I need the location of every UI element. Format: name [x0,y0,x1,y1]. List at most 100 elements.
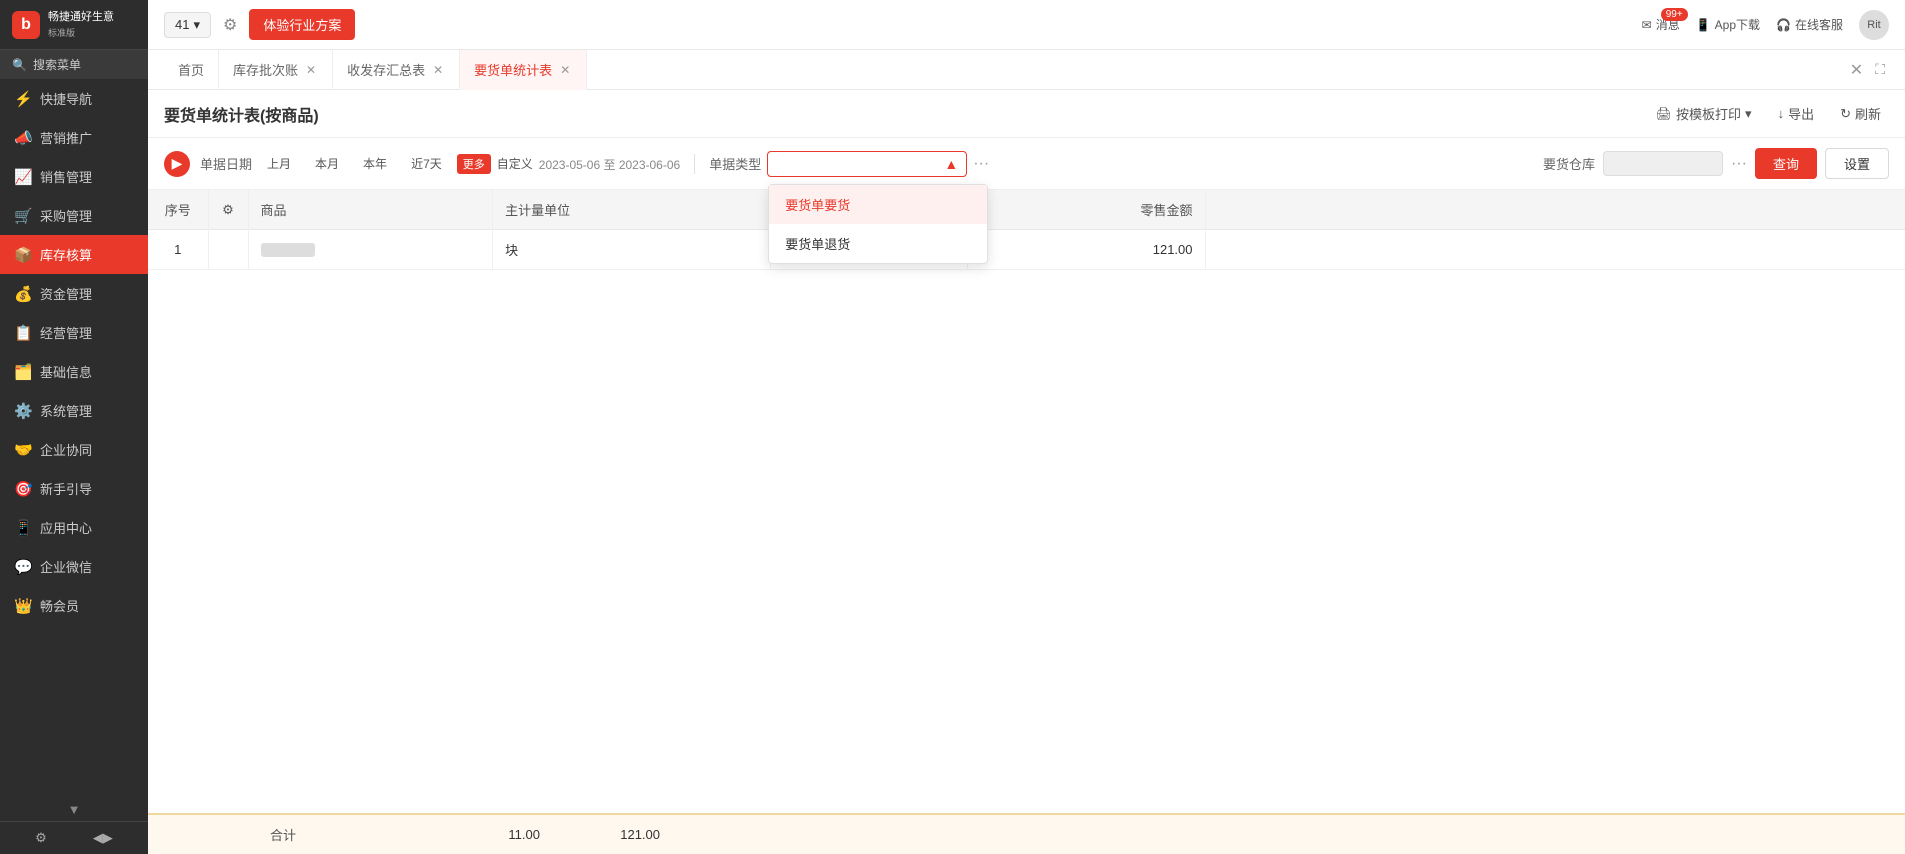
user-avatar[interactable]: Rit [1859,10,1889,40]
tab-collect-summary-close[interactable]: ✕ [431,62,445,78]
date-this-year-btn[interactable]: 本年 [354,150,396,177]
date-last7-btn[interactable]: 近7天 [402,150,451,177]
sidebar-item-wechat[interactable]: 💬 企业微信 [0,547,148,586]
sidebar-scroll-down[interactable]: ▼ [0,798,148,821]
data-table: 序号 ⚙ 商品 主计量单位 主数量 零售金额 1 [148,190,1905,270]
filter-expand-btn[interactable]: ▶ [164,151,190,177]
doc-type-filter: 单据类型 ▲ 要货单要货 要货单退货 ··· [709,151,989,177]
purchase-icon: 🛒 [14,207,32,225]
date-filter-label: 单据日期 [200,154,252,173]
sidebar-item-quick-nav[interactable]: ⚡ 快捷导航 [0,79,148,118]
finance-icon: 💰 [14,285,32,303]
appstore-label: 应用中心 [40,518,92,537]
export-icon: ↓ [1778,106,1785,121]
tabs-expand-btn[interactable]: ⛶ [1871,57,1889,82]
store-selector[interactable]: 41 ▾ [164,12,211,38]
filter-right: 要货仓库 ··· 查询 设置 [1543,148,1889,179]
marketing-label: 营销推广 [40,128,92,147]
tabs-close-all-btn[interactable]: ✕ [1842,56,1871,84]
col-settings-icon: ⚙ [222,202,234,217]
settings-button[interactable]: 设置 [1825,148,1889,179]
cell-unit: 块 [493,230,771,270]
tab-order-summary-label: 要货单统计表 [474,60,552,79]
doc-type-dropdown: 要货单要货 要货单退货 [768,184,988,264]
table-row: 1 ████ ██ 块 11.00 121.00 [148,230,1905,270]
basic-label: 基础信息 [40,362,92,381]
warehouse-more-icon[interactable]: ··· [1731,155,1747,173]
newuser-icon: 🎯 [14,480,32,498]
quick-nav-label: 快捷导航 [40,89,92,108]
tab-batch-account[interactable]: 库存批次账 ✕ [219,50,333,90]
inventory-label: 库存核算 [40,245,92,264]
member-icon: 👑 [14,597,32,615]
sales-label: 销售管理 [40,167,92,186]
date-more-badge[interactable]: 更多 [457,154,491,174]
tab-home[interactable]: 首页 [164,50,219,90]
page-actions: 🖨 按模板打印 ▾ ↓ 导出 ↻ 刷新 [1648,100,1890,137]
print-btn[interactable]: 🖨 按模板打印 ▾ [1648,100,1760,127]
cell-settings [208,230,248,270]
online-service-action[interactable]: 🎧 在线客服 [1776,16,1843,33]
doc-type-select[interactable]: ▲ 要货单要货 要货单退货 [767,151,967,177]
dropdown-item-order-return[interactable]: 要货单退货 [769,224,987,263]
sidebar-item-newuser[interactable]: 🎯 新手引导 [0,469,148,508]
enterprise-icon: 🤝 [14,441,32,459]
quick-nav-icon: ⚡ [14,90,32,108]
filter-more-icon[interactable]: ··· [973,155,989,173]
export-btn[interactable]: ↓ 导出 [1770,100,1823,127]
refresh-btn[interactable]: ↻ 刷新 [1832,100,1889,127]
sidebar-item-member[interactable]: 👑 畅会员 [0,586,148,625]
cell-product: ████ ██ [248,230,493,270]
col-amount: 零售金额 [968,190,1205,230]
data-table-container: 序号 ⚙ 商品 主计量单位 主数量 零售金额 1 [148,190,1905,813]
wechat-label: 企业微信 [40,557,92,576]
sidebar-collapse-btn[interactable]: ◀▶ [93,830,113,846]
message-icon: ✉ [1642,18,1652,32]
app-download-action[interactable]: 📱 App下载 [1696,16,1760,33]
sidebar-item-purchase[interactable]: 🛒 采购管理 [0,196,148,235]
operation-label: 经营管理 [40,323,92,342]
table-header-row: 序号 ⚙ 商品 主计量单位 主数量 零售金额 [148,190,1905,230]
operation-icon: 📋 [14,324,32,342]
user-name: Rit [1867,19,1880,31]
app-name: 畅捷通好生意 [48,10,114,25]
warehouse-label: 要货仓库 [1543,154,1595,173]
query-button[interactable]: 查询 [1755,148,1817,179]
sidebar-item-enterprise[interactable]: 🤝 企业协同 [0,430,148,469]
tab-batch-account-close[interactable]: ✕ [304,62,318,78]
warehouse-select[interactable] [1603,151,1723,176]
tab-order-summary[interactable]: 要货单统计表 ✕ [460,50,587,90]
sidebar-item-marketing[interactable]: 📣 营销推广 [0,118,148,157]
sidebar-item-basic[interactable]: 🗂️ 基础信息 [0,352,148,391]
topbar-settings-icon[interactable]: ⚙ [219,11,241,39]
date-filter-group: 单据日期 上月 本月 本年 近7天 更多 自定义 2023-05-06 至 20… [200,150,680,177]
footer-amount: 121.00 [540,827,660,842]
sidebar-settings-btn[interactable]: ⚙ [35,830,47,846]
sidebar-item-finance[interactable]: 💰 资金管理 [0,274,148,313]
sidebar-search[interactable]: 🔍 搜索菜单 [0,50,148,79]
message-action[interactable]: ✉ 消息 99+ [1642,16,1680,33]
filter-separator [694,154,695,174]
col-settings[interactable]: ⚙ [208,190,248,230]
filter-area: ▶ 单据日期 上月 本月 本年 近7天 更多 自定义 2023-05-06 至 … [148,138,1905,190]
sidebar-item-system[interactable]: ⚙️ 系统管理 [0,391,148,430]
tab-order-summary-close[interactable]: ✕ [558,62,572,78]
date-this-month-btn[interactable]: 本月 [306,150,348,177]
sidebar-menu: ⚡ 快捷导航 📣 营销推广 📈 销售管理 🛒 采购管理 📦 库存核算 💰 资金管… [0,79,148,798]
sidebar-item-appstore[interactable]: 📱 应用中心 [0,508,148,547]
store-dropdown-icon: ▾ [193,17,200,33]
tab-collect-summary[interactable]: 收发存汇总表 ✕ [333,50,460,90]
trial-button[interactable]: 体验行业方案 [249,9,355,40]
col-product: 商品 [248,190,493,230]
dropdown-item-order-goods[interactable]: 要货单要货 [769,185,987,224]
sidebar-item-inventory[interactable]: 📦 库存核算 [0,235,148,274]
footer-label: 合计 [160,825,390,844]
sidebar-item-sales[interactable]: 📈 销售管理 [0,157,148,196]
date-prev-month-btn[interactable]: 上月 [258,150,300,177]
service-icon: 🎧 [1776,18,1791,32]
app-logo-icon: b [12,11,40,39]
tabs-bar: 首页 库存批次账 ✕ 收发存汇总表 ✕ 要货单统计表 ✕ ✕ ⛶ [148,50,1905,90]
col-extra [1205,190,1905,230]
sidebar-item-operation[interactable]: 📋 经营管理 [0,313,148,352]
date-custom-btn[interactable]: 自定义 [497,155,533,172]
